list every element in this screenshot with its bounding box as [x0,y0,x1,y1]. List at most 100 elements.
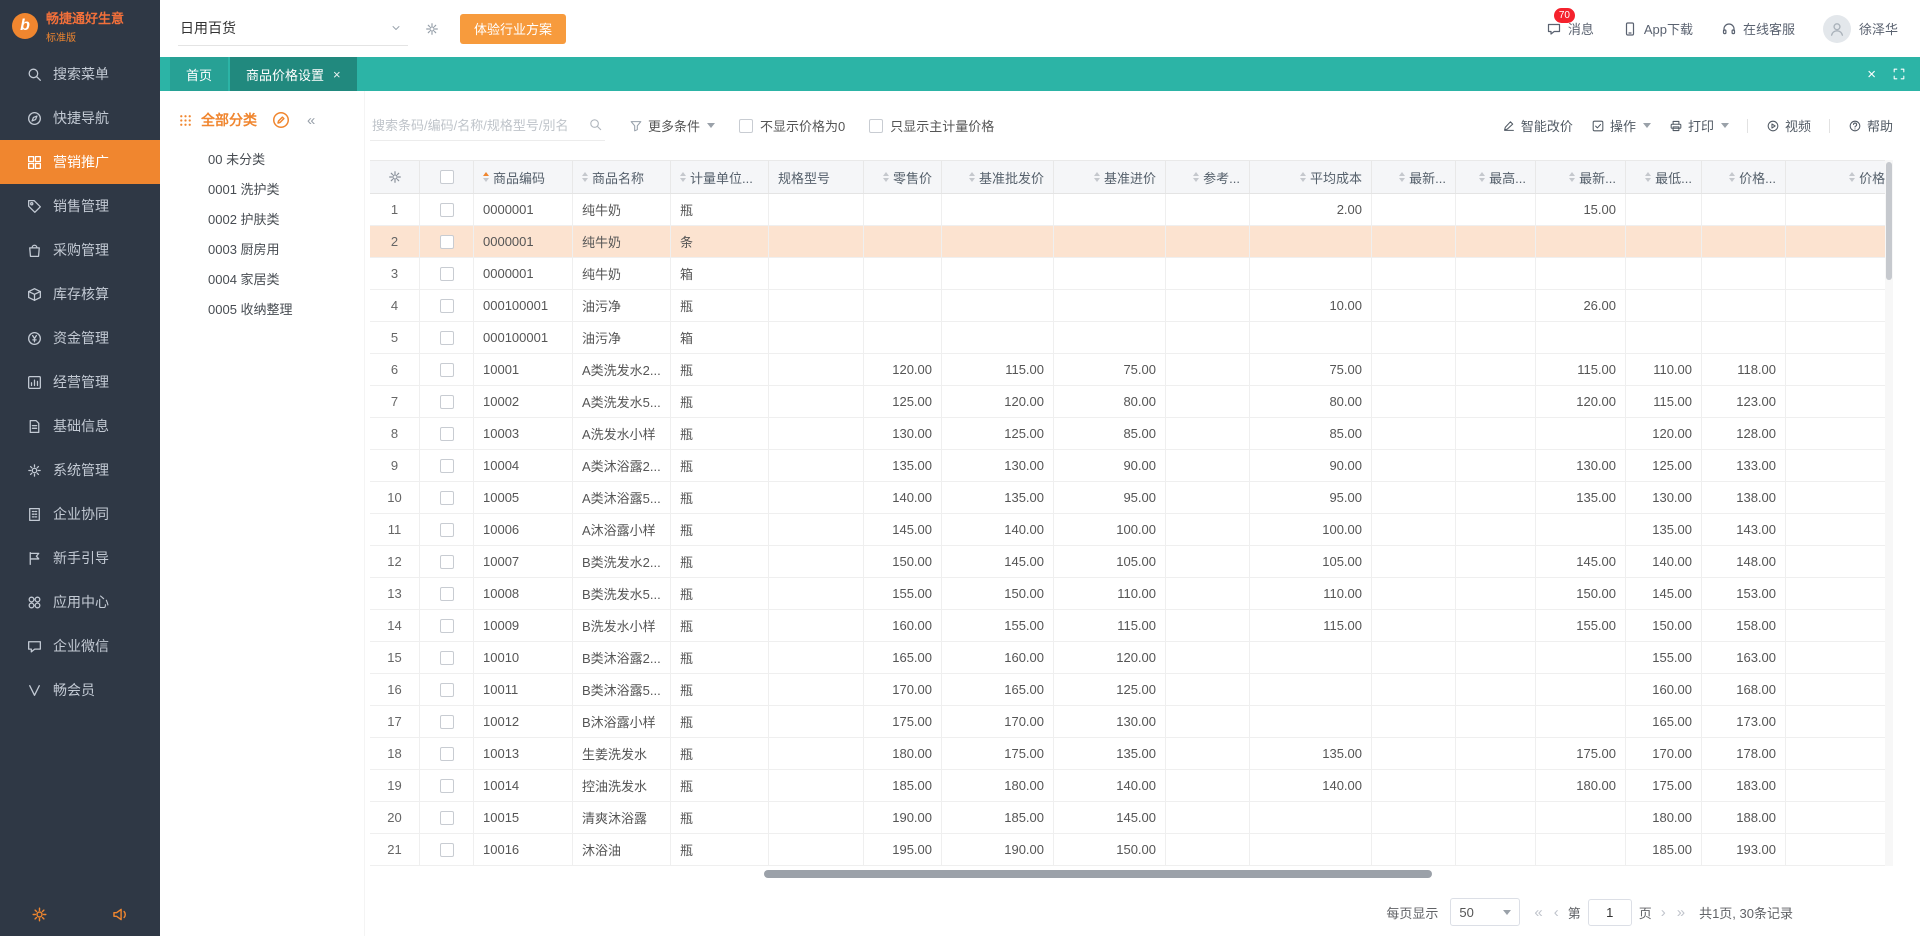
row-checkbox[interactable] [439,810,454,825]
table-row[interactable]: 17 10012 B沐浴露小样瓶 175.00 170.00 130.00 165.00 17… [370,706,1885,738]
column-header[interactable]: 商品名称 [573,161,671,193]
table-row[interactable]: 1 0000001 纯牛奶瓶 2.00 15.00 [370,194,1885,226]
search-icon[interactable] [588,117,603,132]
table-row[interactable]: 13 10008 B类洗发水5... 瓶 155.00 150.00 110.00 110.0… [370,578,1885,610]
sort-icon[interactable] [1399,172,1406,182]
sidebar-item-quick-nav[interactable]: 快捷导航 [0,96,160,140]
sidebar-item-guide[interactable]: 新手引导 [0,536,160,580]
row-checkbox[interactable] [439,522,454,537]
search-input[interactable] [370,110,605,141]
sidebar-item-system[interactable]: 系统管理 [0,448,160,492]
horizontal-scrollbar-thumb[interactable] [764,870,1432,878]
row-checkbox[interactable] [439,778,454,793]
sidebar-item-app-center[interactable]: 应用中心 [0,580,160,624]
row-checkbox[interactable] [439,458,454,473]
close-icon[interactable]: × [1867,66,1876,83]
online-service-button[interactable]: 在线客服 [1721,19,1795,38]
row-checkbox[interactable] [439,842,454,857]
column-header[interactable]: 最新... [1372,161,1456,193]
row-checkbox[interactable] [439,714,454,729]
sidebar-item-funds[interactable]: 资金管理 [0,316,160,360]
sort-icon[interactable] [1569,172,1576,182]
row-checkbox[interactable] [439,490,454,505]
sort-icon[interactable] [680,172,686,182]
row-checkbox[interactable] [439,234,454,249]
sort-icon[interactable] [1479,172,1486,182]
sidebar-item-purchasing[interactable]: 采购管理 [0,228,160,272]
category-item[interactable]: 0005 收纳整理 [178,295,364,325]
column-header[interactable]: 最新... [1536,161,1626,193]
sort-icon[interactable] [968,172,975,182]
next-page-button[interactable]: › [1659,904,1668,921]
column-header[interactable]: 规格型号 [769,161,864,193]
smart-reprice-button[interactable]: 智能改价 [1502,116,1573,135]
table-row[interactable]: 4 000100001 油污净瓶 10.00 26.00 [370,290,1885,322]
table-row[interactable]: 21 10016 沐浴油瓶 195.00 190.00 150.00 185.00 193.0… [370,834,1885,866]
account-settings-gear-icon[interactable] [424,21,440,37]
sidebar-item-search-menu[interactable]: 搜索菜单 [0,52,160,96]
video-button[interactable]: 视频 [1766,116,1811,135]
sort-icon[interactable] [1299,172,1306,182]
row-checkbox[interactable] [439,554,454,569]
sidebar-item-operations[interactable]: 经营管理 [0,360,160,404]
column-header[interactable]: 价格... [1786,161,1885,193]
row-checkbox[interactable] [439,618,454,633]
per-page-select[interactable]: 50 [1450,898,1521,926]
sidebar-item-wechat[interactable]: 企业微信 [0,624,160,668]
row-checkbox[interactable] [439,202,454,217]
sidebar-item-inventory[interactable]: 库存核算 [0,272,160,316]
sidebar-item-marketing[interactable]: 营销推广 [0,140,160,184]
row-checkbox[interactable] [439,330,454,345]
table-row[interactable]: 15 10010 B类沐浴露2... 瓶 165.00 160.00 120.00 155.0… [370,642,1885,674]
close-tab-icon[interactable]: × [333,67,341,82]
announcement-horn-icon[interactable] [111,905,130,924]
collapse-panel-icon[interactable]: « [307,112,315,129]
column-header[interactable]: 价格... [1702,161,1786,193]
main-unit-only-checkbox[interactable]: 只显示主计量价格 [869,116,994,135]
table-row[interactable]: 8 10003 A洗发水小样瓶 130.00 125.00 85.00 85.00 120.0… [370,418,1885,450]
sort-icon[interactable] [882,172,889,182]
select-all-checkbox[interactable] [439,170,454,184]
category-item[interactable]: 0001 洗护类 [178,175,364,205]
row-checkbox[interactable] [439,266,454,281]
checkbox-icon[interactable] [739,118,754,133]
column-header[interactable]: 平均成本 [1250,161,1372,193]
tab-price-settings[interactable]: 商品价格设置 × [230,57,357,91]
sort-icon[interactable] [483,172,489,182]
table-row[interactable]: 6 10001 A类洗发水2... 瓶 120.00 115.00 75.00 75.00 11… [370,354,1885,386]
table-row[interactable]: 2 0000001 纯牛奶条 [370,226,1885,258]
messages-button[interactable]: 70 消息 [1546,8,1594,38]
row-checkbox[interactable] [439,298,454,313]
last-page-button[interactable]: » [1675,904,1687,921]
more-filters-button[interactable]: 更多条件 [629,116,716,135]
user-menu[interactable]: 徐泽华 [1822,14,1898,43]
table-row[interactable]: 16 10011 B类沐浴露5... 瓶 170.00 165.00 125.00 160.0… [370,674,1885,706]
sidebar-item-member[interactable]: 畅会员 [0,668,160,712]
category-item[interactable]: 0004 家居类 [178,265,364,295]
sidebar-item-base-info[interactable]: 基础信息 [0,404,160,448]
row-checkbox[interactable] [439,426,454,441]
print-button[interactable]: 打印 [1669,116,1729,135]
help-button[interactable]: 帮助 [1848,116,1893,135]
column-header[interactable]: 最低... [1626,161,1702,193]
sort-icon[interactable] [582,172,588,182]
tab-home[interactable]: 首页 [170,57,229,91]
table-row[interactable]: 18 10013 生姜洗发水瓶 180.00 175.00 135.00 135.00 175… [370,738,1885,770]
sort-icon[interactable] [1093,172,1100,182]
page-input[interactable] [1587,898,1632,926]
table-row[interactable]: 19 10014 控油洗发水瓶 185.00 180.00 140.00 140.00 180… [370,770,1885,802]
table-row[interactable]: 10 10005 A类沐浴露5... 瓶 140.00 135.00 95.00 95.00 1… [370,482,1885,514]
column-settings-gear-icon[interactable] [387,169,403,185]
table-row[interactable]: 3 0000001 纯牛奶箱 [370,258,1885,290]
table-row[interactable]: 11 10006 A沐浴露小样瓶 145.00 140.00 100.00 100.00 13… [370,514,1885,546]
column-header[interactable]: 参考... [1166,161,1250,193]
trial-industry-button[interactable]: 体验行业方案 [460,13,567,44]
first-page-button[interactable]: « [1532,904,1544,921]
table-row[interactable]: 9 10004 A类沐浴露2... 瓶 135.00 130.00 90.00 90.00 13… [370,450,1885,482]
column-header[interactable]: 基准进价 [1054,161,1166,193]
horizontal-scrollbar[interactable] [370,868,1885,880]
sort-icon[interactable] [1849,172,1856,182]
category-item[interactable]: 00 未分类 [178,145,364,175]
checkbox-icon[interactable] [869,118,884,133]
row-checkbox[interactable] [439,394,454,409]
